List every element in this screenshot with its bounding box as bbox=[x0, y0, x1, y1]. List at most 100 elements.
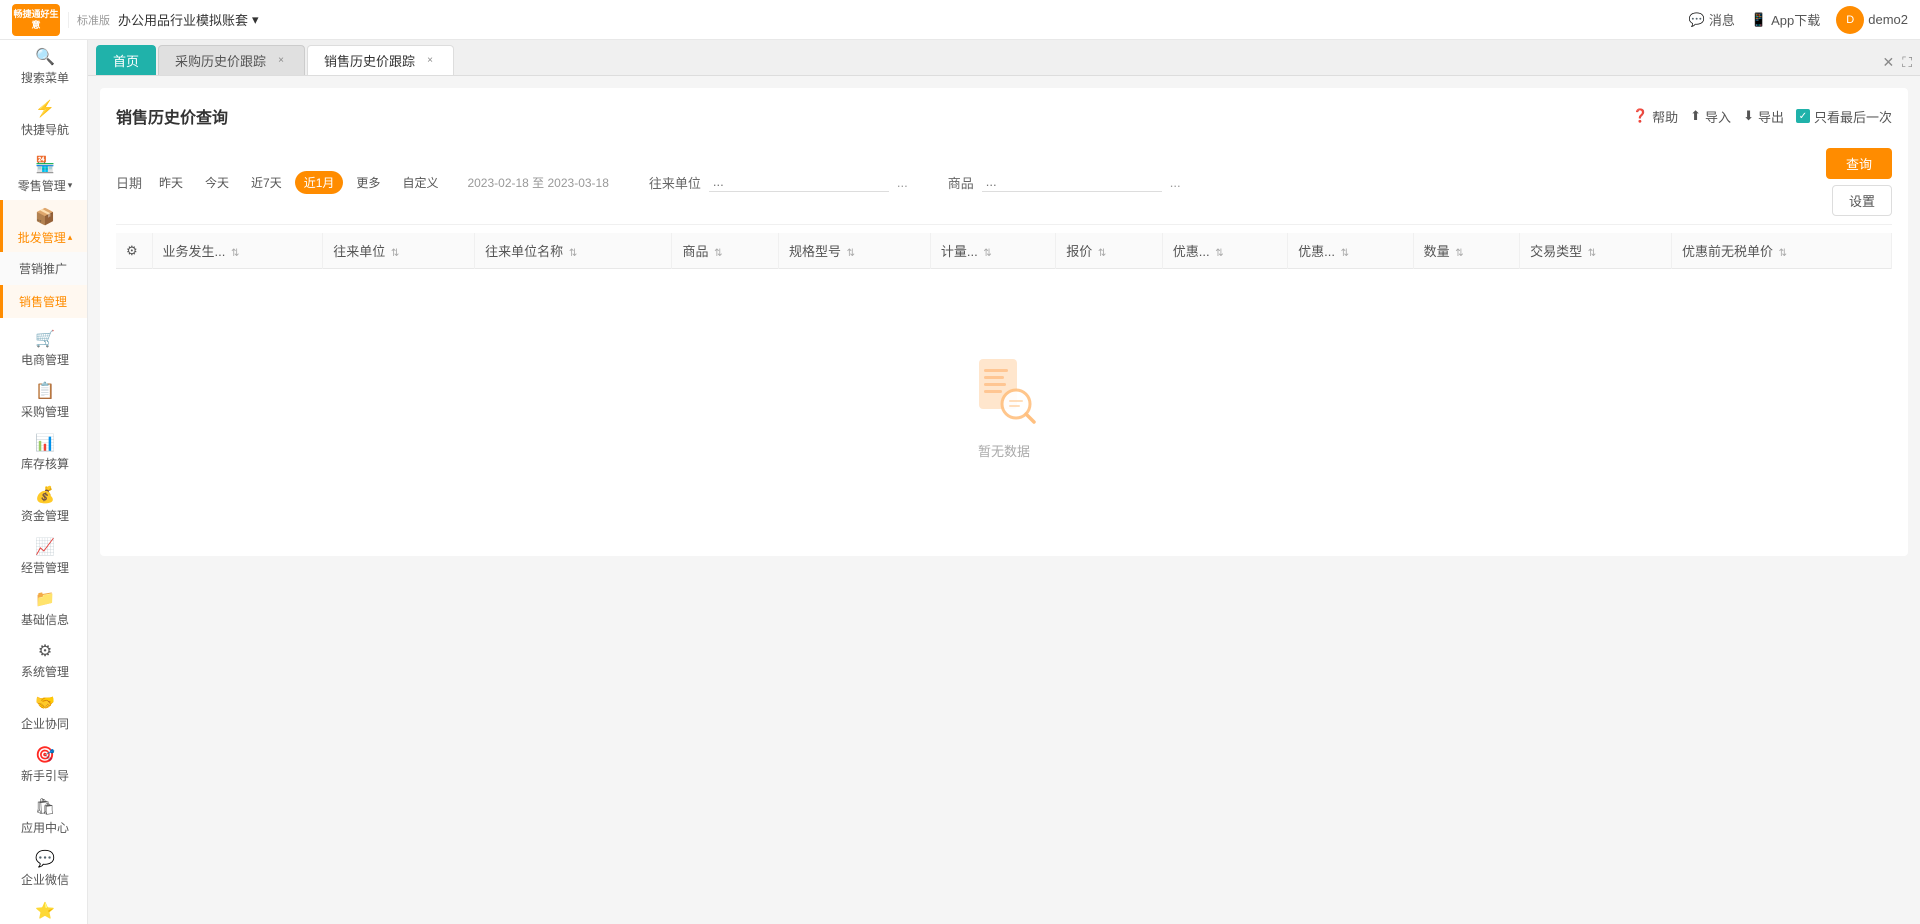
col-label: 优惠前无税单价 bbox=[1682, 244, 1773, 259]
sidebar-item-wechat[interactable]: 💬 企业微信 bbox=[0, 842, 87, 894]
empty-illustration bbox=[964, 349, 1044, 429]
content-area: 首页 采购历史价跟踪 × 销售历史价跟踪 × ✕ ⛶ 销售历史价查询 bbox=[88, 40, 1920, 924]
date-label: 日期 bbox=[116, 173, 142, 192]
sidebar-item-purchase[interactable]: 📋 采购管理 bbox=[0, 374, 87, 426]
system-icon: ⚙ bbox=[38, 641, 52, 661]
top-bar: 畅捷通好生意 标准版 办公用品行业模拟账套 ▾ 💬 消息 📱 App下载 D d… bbox=[0, 0, 1920, 40]
today-btn[interactable]: 今天 bbox=[196, 171, 238, 194]
sidebar-item-finance[interactable]: 💰 资金管理 bbox=[0, 478, 87, 530]
last7-btn[interactable]: 近7天 bbox=[242, 171, 291, 194]
download-icon: 📱 bbox=[1751, 12, 1767, 28]
sidebar-label: 企业协同 bbox=[21, 715, 69, 732]
sidebar-label: 批发管理 ▴ bbox=[18, 229, 73, 246]
col-price[interactable]: 报价 ⇅ bbox=[1056, 233, 1163, 269]
query-button[interactable]: 查询 bbox=[1826, 148, 1892, 179]
purchase-tab-label: 采购历史价跟踪 bbox=[175, 51, 266, 70]
account-dropdown[interactable]: 办公用品行业模拟账套 ▾ bbox=[118, 10, 259, 29]
tab-close-purchase[interactable]: × bbox=[274, 54, 288, 68]
page-content: 销售历史价查询 ❓ 帮助 ⬆ 导入 ⬇ 导出 bbox=[88, 76, 1920, 924]
partner-label: 往来单位 bbox=[649, 173, 701, 192]
export-icon: ⬇ bbox=[1743, 108, 1754, 124]
app-download-button[interactable]: 📱 App下载 bbox=[1751, 10, 1820, 29]
user-menu[interactable]: D demo2 bbox=[1836, 6, 1908, 34]
col-pre-tax-price[interactable]: 优惠前无税单价 ⇅ bbox=[1671, 233, 1891, 269]
sidebar-item-search[interactable]: 🔍 搜索菜单 bbox=[0, 40, 87, 92]
sort-icon: ⇅ bbox=[847, 248, 855, 259]
sidebar-item-shortcut[interactable]: ⚡ 快捷导航 bbox=[0, 92, 87, 144]
sort-icon: ⇅ bbox=[569, 248, 577, 259]
sidebar-label: 电商管理 bbox=[21, 351, 69, 368]
sales-tab-label: 销售历史价跟踪 bbox=[324, 51, 415, 70]
col-qty[interactable]: 数量 ⇅ bbox=[1413, 233, 1520, 269]
col-label: 计量... bbox=[941, 244, 978, 259]
col-biz-date[interactable]: 业务发生... ⇅ bbox=[152, 233, 323, 269]
tab-home[interactable]: 首页 bbox=[96, 45, 156, 75]
col-goods[interactable]: 商品 ⇅ bbox=[672, 233, 779, 269]
sidebar-label: 资金管理 bbox=[21, 507, 69, 524]
tab-close-sales[interactable]: × bbox=[423, 54, 437, 68]
col-trade-type[interactable]: 交易类型 ⇅ bbox=[1520, 233, 1672, 269]
col-partner-code[interactable]: 往来单位 ⇅ bbox=[323, 233, 475, 269]
tab-purchase-history[interactable]: 采购历史价跟踪 × bbox=[158, 45, 305, 75]
wechat-icon: 💬 bbox=[35, 849, 55, 869]
sidebar-item-basic[interactable]: 📁 基础信息 bbox=[0, 582, 87, 634]
sort-icon: ⇅ bbox=[391, 248, 399, 259]
sidebar-label: 零售管理 ▾ bbox=[18, 177, 73, 194]
partner-input[interactable] bbox=[709, 172, 889, 192]
goods-input[interactable] bbox=[982, 172, 1162, 192]
sidebar-item-enterprise[interactable]: 🤝 企业协同 bbox=[0, 686, 87, 738]
col-unit[interactable]: 计量... ⇅ bbox=[930, 233, 1055, 269]
finance-icon: 💰 bbox=[35, 485, 55, 505]
appstore-icon: 🛍 bbox=[35, 797, 55, 817]
col-spec[interactable]: 规格型号 ⇅ bbox=[778, 233, 930, 269]
sidebar-label: 经营管理 bbox=[21, 559, 69, 576]
sort-icon: ⇅ bbox=[714, 248, 722, 259]
table-container: ⚙ 业务发生... ⇅ 往来单位 ⇅ bbox=[116, 233, 1892, 540]
sidebar: 🔍 搜索菜单 ⚡ 快捷导航 🏪 零售管理 ▾ 📦 批发管理 ▴ 营销推广 销售管… bbox=[0, 40, 88, 924]
col-discount1[interactable]: 优惠... ⇅ bbox=[1162, 233, 1287, 269]
sidebar-item-operations[interactable]: 📈 经营管理 bbox=[0, 530, 87, 582]
marketing-label: 营销推广 bbox=[19, 260, 67, 277]
col-partner-name[interactable]: 往来单位名称 ⇅ bbox=[475, 233, 672, 269]
sidebar-item-retail[interactable]: 🏪 零售管理 ▾ bbox=[0, 148, 87, 200]
yesterday-btn[interactable]: 昨天 bbox=[150, 171, 192, 194]
import-button[interactable]: ⬆ 导入 bbox=[1690, 107, 1731, 126]
sidebar-item-wholesale[interactable]: 📦 批发管理 ▴ bbox=[0, 200, 87, 252]
help-button[interactable]: ❓ 帮助 bbox=[1632, 107, 1678, 126]
sidebar-item-inventory[interactable]: 📊 库存核算 bbox=[0, 426, 87, 478]
sidebar-item-ecommerce[interactable]: 🛒 电商管理 bbox=[0, 322, 87, 374]
col-label: 往来单位 bbox=[333, 244, 385, 259]
export-button[interactable]: ⬇ 导出 bbox=[1743, 107, 1784, 126]
message-button[interactable]: 💬 消息 bbox=[1689, 10, 1735, 29]
sidebar-item-member[interactable]: ⭐ 畅会员 bbox=[0, 894, 87, 924]
sidebar-label: 企业微信 bbox=[21, 871, 69, 888]
col-label: 交易类型 bbox=[1530, 244, 1582, 259]
tab-bar-actions: ✕ ⛶ bbox=[1882, 54, 1912, 75]
sidebar-label: 系统管理 bbox=[21, 663, 69, 680]
basic-icon: 📁 bbox=[35, 589, 55, 609]
filter-bar: 日期 昨天 今天 近7天 近1月 更多 自定义 2023-02-18 至 202… bbox=[116, 140, 1892, 225]
sidebar-item-marketing[interactable]: 营销推广 bbox=[0, 252, 87, 285]
settings-button[interactable]: 设置 bbox=[1832, 185, 1892, 216]
sort-icon: ⇅ bbox=[1455, 248, 1463, 259]
last1m-btn[interactable]: 近1月 bbox=[295, 171, 344, 194]
logo: 畅捷通好生意 bbox=[12, 4, 60, 36]
purchase-icon: 📋 bbox=[35, 381, 55, 401]
sidebar-item-sales-mgmt[interactable]: 销售管理 bbox=[0, 285, 87, 318]
col-settings[interactable]: ⚙ bbox=[116, 233, 152, 269]
sidebar-label: 采购管理 bbox=[21, 403, 69, 420]
sidebar-item-appstore[interactable]: 🛍 应用中心 bbox=[0, 790, 87, 842]
more-btn[interactable]: 更多 bbox=[347, 171, 389, 194]
sidebar-item-system[interactable]: ⚙ 系统管理 bbox=[0, 634, 87, 686]
only-last-checkbox[interactable]: ✓ 只看最后一次 bbox=[1796, 107, 1892, 126]
sort-icon: ⇅ bbox=[983, 248, 991, 259]
empty-state: 暂无数据 bbox=[116, 269, 1892, 540]
maximize-button[interactable]: ⛶ bbox=[1902, 54, 1912, 71]
data-table: ⚙ 业务发生... ⇅ 往来单位 ⇅ bbox=[116, 233, 1892, 269]
col-discount2[interactable]: 优惠... ⇅ bbox=[1288, 233, 1413, 269]
sidebar-item-newbie[interactable]: 🎯 新手引导 bbox=[0, 738, 87, 790]
custom-btn[interactable]: 自定义 bbox=[393, 171, 447, 194]
sort-icon: ⇅ bbox=[1341, 248, 1349, 259]
close-all-button[interactable]: ✕ bbox=[1882, 54, 1894, 71]
tab-sales-history[interactable]: 销售历史价跟踪 × bbox=[307, 45, 454, 75]
